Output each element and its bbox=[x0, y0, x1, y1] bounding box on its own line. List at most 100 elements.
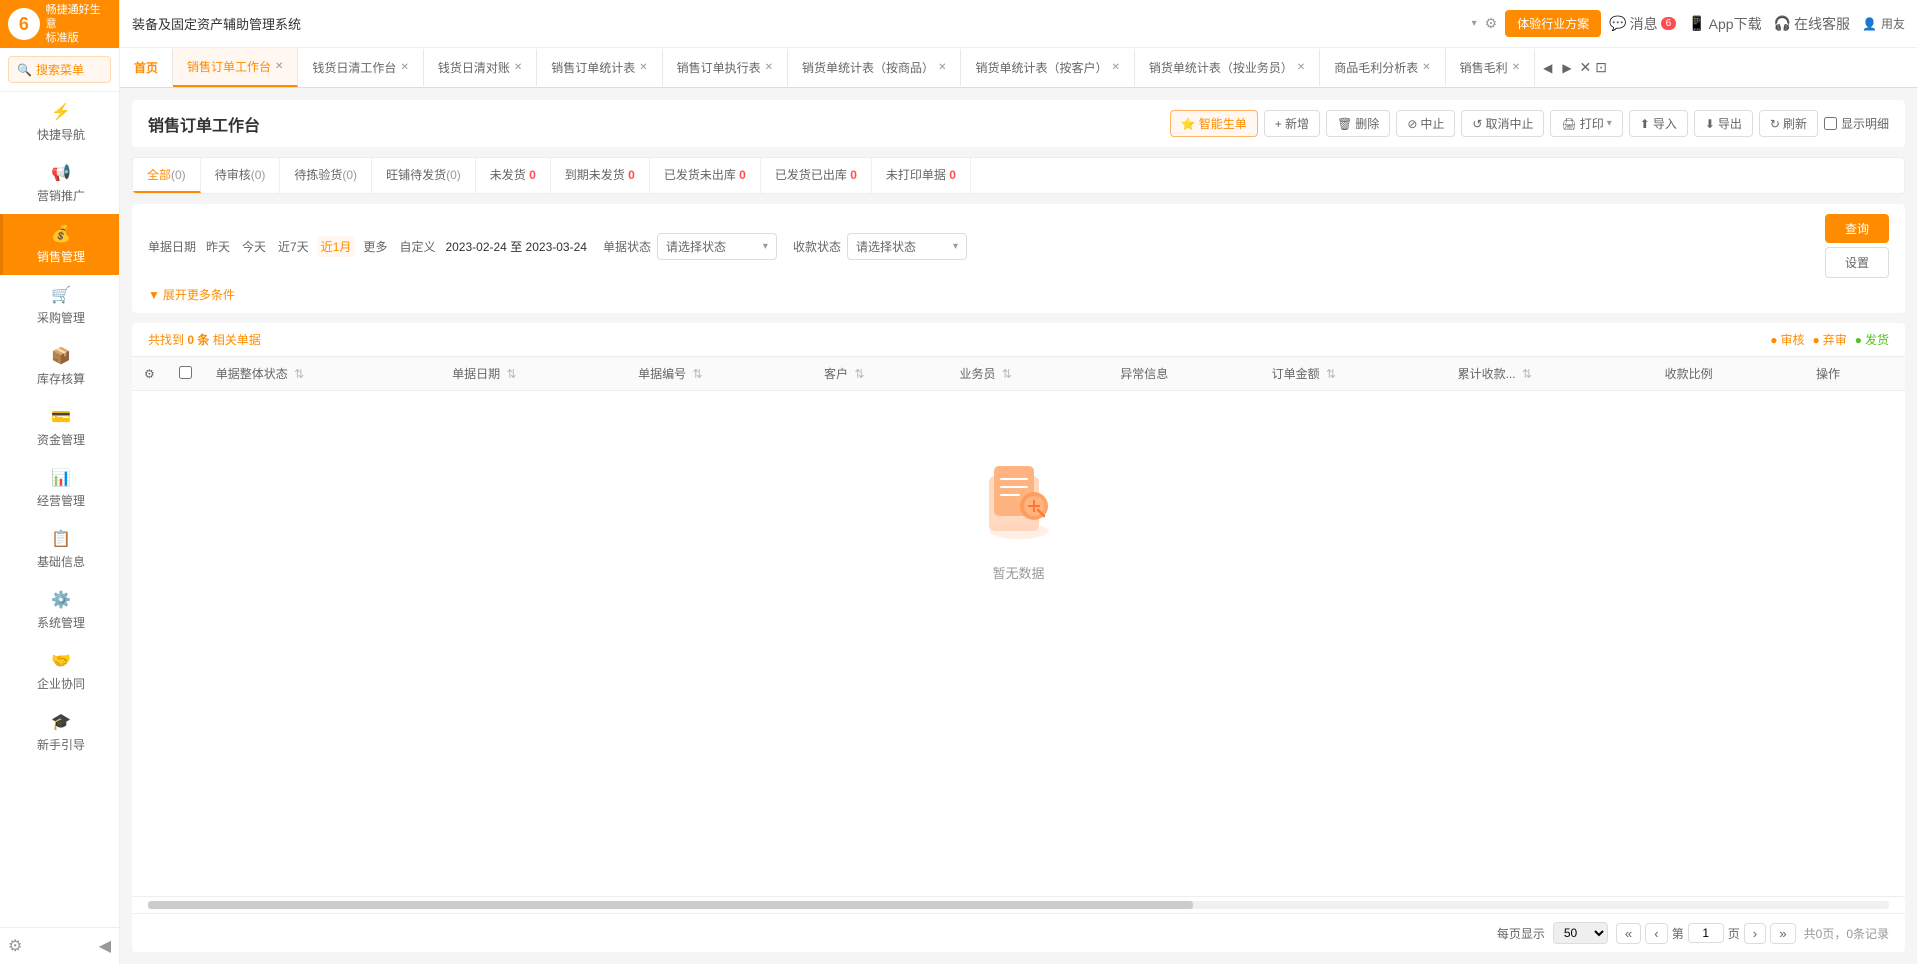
filter-tab-shipped-out[interactable]: 已发货已出库 0 bbox=[761, 158, 872, 193]
current-page-input[interactable] bbox=[1688, 923, 1724, 943]
tab-sales-stat[interactable]: 销售订单统计表 ✕ bbox=[537, 49, 662, 86]
tab-sales-workbench[interactable]: 销售订单工作台 ✕ bbox=[173, 48, 298, 87]
tab-home[interactable]: 首页 bbox=[120, 49, 173, 86]
export-button[interactable]: ⬇ 导出 bbox=[1694, 110, 1753, 137]
sort-status-icon[interactable]: ⇅ bbox=[294, 367, 304, 381]
next-page-button[interactable]: › bbox=[1744, 923, 1766, 944]
settings-button[interactable]: ⚙ bbox=[8, 936, 22, 956]
horizontal-scrollbar-thumb[interactable] bbox=[148, 901, 1193, 909]
cancel-stop-button[interactable]: ↺ 取消中止 bbox=[1461, 110, 1544, 137]
date-shortcut-7days[interactable]: 近7天 bbox=[274, 236, 313, 257]
tab-sales-by-product[interactable]: 销货单统计表（按商品） ✕ bbox=[788, 49, 961, 86]
review-button[interactable]: ● 审核 bbox=[1770, 331, 1804, 348]
tab-product-margin[interactable]: 商品毛利分析表 ✕ bbox=[1320, 49, 1445, 86]
close-tab-sales-by-staff[interactable]: ✕ bbox=[1297, 62, 1305, 73]
filter-tab-not-printed[interactable]: 未打印单据 0 bbox=[872, 158, 971, 193]
print-icon: 🖨 bbox=[1561, 117, 1576, 131]
trial-plan-button[interactable]: 体验行业方案 bbox=[1505, 10, 1601, 37]
online-service-button[interactable]: 🎧 在线客服 bbox=[1774, 14, 1850, 34]
table-scroll-container[interactable]: ⚙ 单据整体状态 ⇅ 单据日期 ⇅ bbox=[132, 357, 1905, 896]
print-button[interactable]: 🖨 打印 ▾ bbox=[1550, 110, 1622, 137]
last-page-button[interactable]: » bbox=[1770, 923, 1795, 944]
page-size-select[interactable]: 10 20 50 100 bbox=[1553, 922, 1608, 944]
import-button[interactable]: ⬆ 导入 bbox=[1629, 110, 1688, 137]
status-select[interactable]: 请选择状态 ▾ bbox=[657, 233, 777, 260]
tab-sales-profit[interactable]: 销售毛利 ✕ bbox=[1446, 49, 1535, 86]
search-menu-button[interactable]: 🔍 搜索菜单 bbox=[8, 56, 111, 83]
filter-tab-not-shipped[interactable]: 未发货 0 bbox=[476, 158, 551, 193]
date-shortcut-yesterday[interactable]: 昨天 bbox=[202, 236, 234, 257]
sort-collected-icon[interactable]: ⇅ bbox=[1522, 367, 1532, 381]
sidebar-item-newbie[interactable]: 🎓 新手引导 bbox=[0, 702, 119, 763]
app-download-button[interactable]: 📱 App下载 bbox=[1688, 14, 1761, 34]
collapse-sidebar-button[interactable]: ◀ bbox=[99, 936, 111, 956]
tab-next-arrow[interactable]: ▶ bbox=[1558, 59, 1575, 77]
date-shortcut-1month[interactable]: 近1月 bbox=[317, 236, 356, 257]
show-detail-checkbox-label[interactable]: 显示明细 bbox=[1824, 115, 1889, 132]
close-tab-reconcile[interactable]: ✕ bbox=[514, 62, 522, 73]
filter-tab-shipped-not-out[interactable]: 已发货未出库 0 bbox=[650, 158, 761, 193]
topbar-settings-icon[interactable]: ⚙ bbox=[1485, 15, 1498, 32]
sort-amount-icon[interactable]: ⇅ bbox=[1326, 367, 1336, 381]
delete-button[interactable]: 🗑 删除 bbox=[1326, 110, 1390, 137]
sort-date-icon[interactable]: ⇅ bbox=[507, 367, 517, 381]
ship-button[interactable]: ● 发货 bbox=[1855, 331, 1889, 348]
sidebar-item-operations[interactable]: 📊 经营管理 bbox=[0, 458, 119, 519]
system-dropdown-icon[interactable]: ▾ bbox=[1472, 18, 1477, 29]
horizontal-scrollbar-track[interactable] bbox=[148, 901, 1889, 909]
date-shortcut-today[interactable]: 今天 bbox=[238, 236, 270, 257]
expand-conditions-button[interactable]: ▼ 展开更多条件 bbox=[148, 286, 235, 303]
close-tab-product-margin[interactable]: ✕ bbox=[1422, 62, 1430, 73]
sidebar-item-system[interactable]: ⚙️ 系统管理 bbox=[0, 580, 119, 641]
payment-select[interactable]: 请选择状态 ▾ bbox=[847, 233, 967, 260]
empty-text: 暂无数据 bbox=[992, 563, 1044, 582]
sort-staff-icon[interactable]: ⇅ bbox=[1002, 367, 1012, 381]
sidebar-item-inventory[interactable]: 📦 库存核算 bbox=[0, 336, 119, 397]
prev-page-button[interactable]: ‹ bbox=[1645, 923, 1667, 944]
sidebar-item-basic[interactable]: 📋 基础信息 bbox=[0, 519, 119, 580]
select-all-checkbox[interactable] bbox=[179, 366, 192, 379]
stop-button[interactable]: ⊘ 中止 bbox=[1396, 110, 1455, 137]
close-tab-cashier[interactable]: ✕ bbox=[400, 62, 408, 73]
show-detail-checkbox[interactable] bbox=[1824, 117, 1837, 130]
tab-sales-by-customer[interactable]: 销货单统计表（按客户） ✕ bbox=[961, 49, 1134, 86]
column-settings-icon[interactable]: ⚙ bbox=[144, 367, 155, 381]
close-tab-sales-by-product[interactable]: ✕ bbox=[938, 62, 946, 73]
tab-sales-exec[interactable]: 销售订单执行表 ✕ bbox=[663, 49, 788, 86]
expand-tabs-button[interactable]: ⊡ bbox=[1595, 59, 1607, 76]
close-all-tabs-button[interactable]: ✕ bbox=[1580, 59, 1592, 76]
cancel-review-button[interactable]: ● 弃审 bbox=[1812, 331, 1846, 348]
smart-gen-button[interactable]: ⭐ 智能生单 bbox=[1170, 110, 1258, 137]
date-shortcut-custom[interactable]: 自定义 bbox=[395, 236, 439, 257]
query-button[interactable]: 查询 bbox=[1825, 214, 1889, 243]
date-shortcut-more[interactable]: 更多 bbox=[359, 236, 391, 257]
close-tab-sales-workbench[interactable]: ✕ bbox=[275, 61, 283, 72]
close-tab-sales-by-customer[interactable]: ✕ bbox=[1111, 62, 1119, 73]
tab-sales-by-staff[interactable]: 销货单统计表（按业务员） ✕ bbox=[1135, 49, 1320, 86]
sidebar-item-marketing[interactable]: 📢 营销推广 bbox=[0, 153, 119, 214]
sort-number-icon[interactable]: ⇅ bbox=[692, 367, 702, 381]
setting-button[interactable]: 设置 bbox=[1825, 247, 1889, 278]
filter-tab-overdue-not-shipped[interactable]: 到期未发货 0 bbox=[551, 158, 650, 193]
sidebar-item-purchase[interactable]: 🛒 采购管理 bbox=[0, 275, 119, 336]
tab-prev-arrow[interactable]: ◀ bbox=[1539, 59, 1556, 77]
filter-tab-pending-review[interactable]: 待审核(0) bbox=[201, 158, 281, 193]
user-area[interactable]: 👤 用友 bbox=[1862, 15, 1905, 32]
tab-reconcile[interactable]: 钱货日清对账 ✕ bbox=[424, 49, 537, 86]
filter-tab-pending-inspection[interactable]: 待拣验货(0) bbox=[280, 158, 372, 193]
first-page-button[interactable]: « bbox=[1616, 923, 1641, 944]
filter-tab-wangpu-shipping[interactable]: 旺铺待发货(0) bbox=[372, 158, 476, 193]
sidebar-item-sales[interactable]: 💰 销售管理 bbox=[0, 214, 119, 275]
filter-tab-all[interactable]: 全部(0) bbox=[133, 158, 201, 193]
close-tab-sales-stat[interactable]: ✕ bbox=[639, 62, 647, 73]
tab-cashier[interactable]: 钱货日清工作台 ✕ bbox=[298, 49, 423, 86]
close-tab-sales-exec[interactable]: ✕ bbox=[765, 62, 773, 73]
sort-customer-icon[interactable]: ⇅ bbox=[854, 367, 864, 381]
new-button[interactable]: + 新增 bbox=[1264, 110, 1320, 137]
message-button[interactable]: 💬 消息 6 bbox=[1609, 14, 1676, 34]
refresh-button[interactable]: ↻ 刷新 bbox=[1759, 110, 1818, 137]
sidebar-item-finance[interactable]: 💳 资金管理 bbox=[0, 397, 119, 458]
sidebar-item-quicknav[interactable]: ⚡ 快捷导航 bbox=[0, 92, 119, 153]
close-tab-sales-profit[interactable]: ✕ bbox=[1512, 62, 1520, 73]
sidebar-item-enterprise[interactable]: 🤝 企业协同 bbox=[0, 641, 119, 702]
